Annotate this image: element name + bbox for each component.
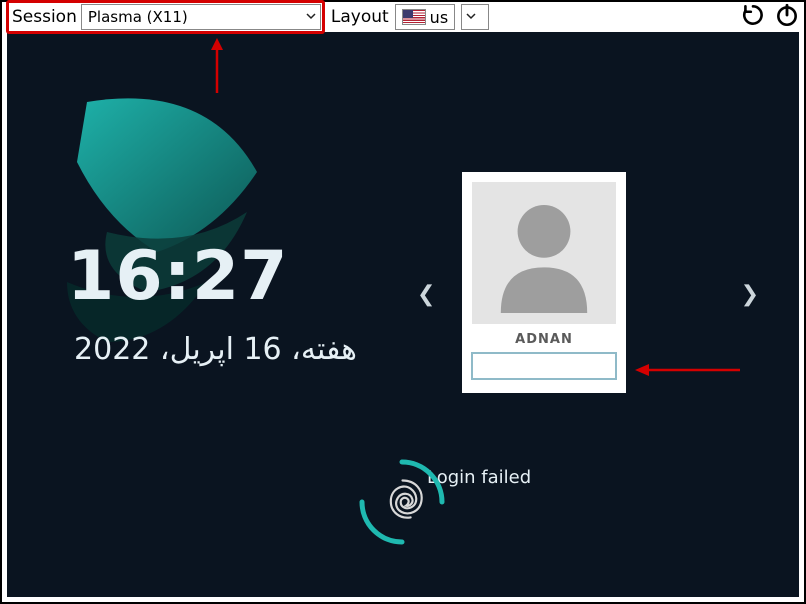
clock-date: هفته، 16 اپریل، 2022 [57, 332, 357, 367]
layout-selector[interactable]: us [395, 4, 455, 30]
top-bar: Session Plasma (X11) Layout us [2, 2, 804, 32]
clock-time: 16:27 [67, 237, 288, 316]
shutdown-button[interactable] [774, 2, 800, 32]
session-dropdown-value: Plasma (X11) [88, 8, 188, 26]
power-controls [740, 2, 800, 32]
layout-dropdown-toggle[interactable] [461, 4, 489, 30]
username-label: ADNAN [515, 332, 573, 347]
prev-user-button[interactable]: ❮ [417, 282, 435, 307]
user-card: ADNAN [462, 172, 626, 393]
restart-button[interactable] [740, 2, 766, 32]
annotation-arrow-left [635, 360, 745, 380]
login-background: 16:27 هفته، 16 اپریل، 2022 ❮ ❯ ADNAN Log… [7, 32, 799, 597]
next-user-button[interactable]: ❯ [741, 282, 759, 307]
session-dropdown[interactable]: Plasma (X11) [81, 4, 321, 30]
loading-spinner [352, 452, 452, 552]
debian-logo-icon [391, 481, 422, 518]
chevron-down-icon [306, 10, 316, 24]
session-selector-highlight: Session Plasma (X11) [6, 0, 325, 34]
layout-value: us [430, 8, 448, 27]
layout-label: Layout [331, 7, 389, 27]
us-flag-icon [402, 9, 426, 25]
annotation-arrow-up [207, 38, 227, 98]
chevron-down-icon [466, 10, 476, 24]
session-label: Session [10, 7, 79, 27]
password-input[interactable] [472, 353, 616, 379]
avatar [472, 182, 616, 324]
